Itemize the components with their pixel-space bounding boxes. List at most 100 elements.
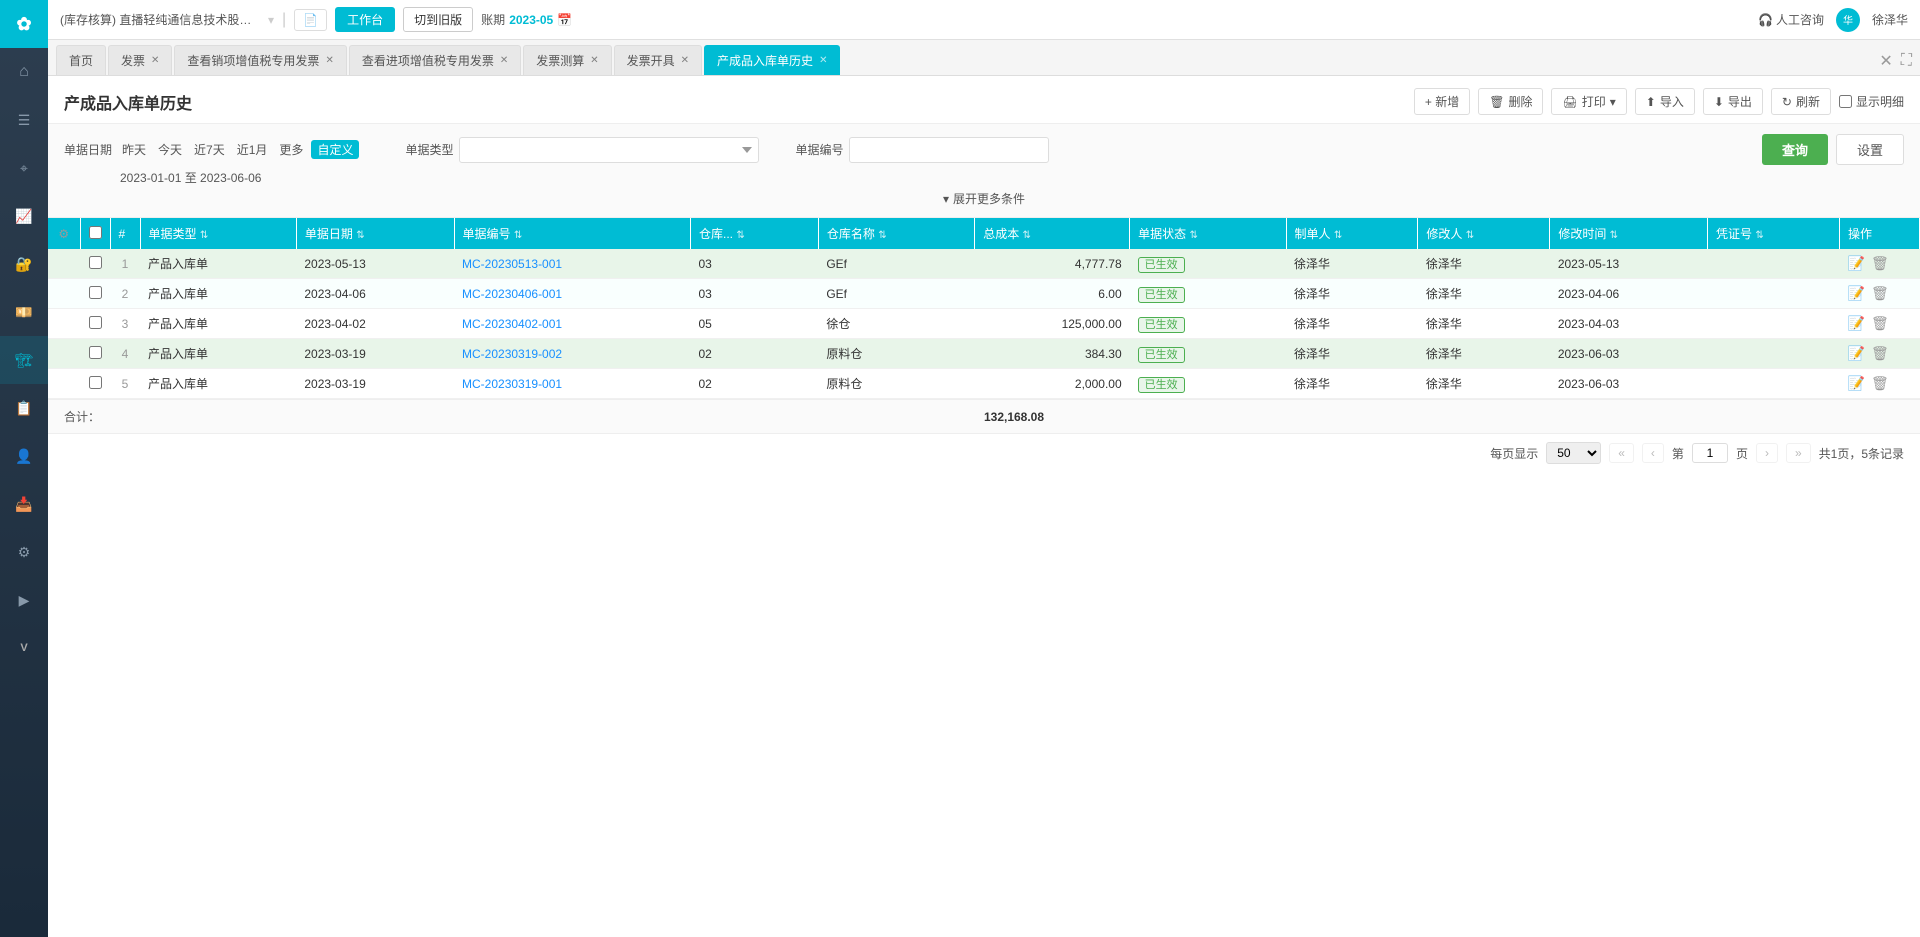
sidebar-item-report[interactable]: 📈 — [0, 192, 48, 240]
row-delete-icon-2[interactable]: 🗑 — [1871, 315, 1889, 332]
row-delete-icon-4[interactable]: 🗑 — [1871, 375, 1889, 392]
row-edit-icon-3[interactable]: 📝 — [1848, 345, 1865, 362]
row-number-3[interactable]: MC-20230319-002 — [454, 339, 690, 369]
delete-btn[interactable]: 🗑 删除 — [1478, 88, 1543, 115]
sidebar-item-video[interactable]: ▶ — [0, 576, 48, 624]
row-checkbox-2[interactable] — [80, 309, 110, 339]
row-number-2[interactable]: MC-20230402-001 — [454, 309, 690, 339]
show-detail-checkbox[interactable] — [1839, 95, 1852, 108]
sidebar-item-finance[interactable]: 💴 — [0, 288, 48, 336]
row-number-link-3[interactable]: MC-20230319-002 — [462, 347, 562, 361]
row-edit-icon-2[interactable]: 📝 — [1848, 315, 1865, 332]
new-btn[interactable]: + 新增 — [1414, 88, 1470, 115]
print-btn-header[interactable]: 🖨 打印 ▾ — [1551, 88, 1626, 115]
row-checkbox-1[interactable] — [80, 279, 110, 309]
tab-sales-vat-close[interactable]: ✕ — [325, 55, 333, 66]
row-checkbox-3[interactable] — [80, 339, 110, 369]
sidebar-item-invoice[interactable]: 📋 — [0, 384, 48, 432]
tab-calc-close[interactable]: ✕ — [590, 55, 598, 66]
expand-more-btn[interactable]: ▾ 展开更多条件 — [64, 190, 1904, 207]
prev-page-btn[interactable]: ‹ — [1642, 443, 1664, 463]
row-checkbox-4[interactable] — [80, 369, 110, 399]
set-btn[interactable]: 设置 — [1836, 134, 1904, 165]
row-edit-icon-4[interactable]: 📝 — [1848, 375, 1865, 392]
user-name[interactable]: 徐泽华 — [1872, 11, 1908, 28]
filter-7days[interactable]: 近7天 — [190, 140, 229, 159]
col-warehouse-name[interactable]: 仓库名称 ⇅ — [818, 218, 974, 249]
col-voucher[interactable]: 凭证号 ⇅ — [1707, 218, 1839, 249]
tab-issue[interactable]: 发票开具 ✕ — [614, 45, 702, 75]
tab-close-all[interactable]: ✕ — [1879, 51, 1892, 71]
select-all-checkbox[interactable] — [89, 226, 102, 239]
sidebar-item-lock[interactable]: 🔐 — [0, 240, 48, 288]
workbench-btn[interactable]: 工作台 — [335, 7, 395, 32]
filter-today[interactable]: 今天 — [154, 140, 186, 159]
tab-sales-vat[interactable]: 查看销项增值税专用发票 ✕ — [174, 45, 346, 75]
row-checkbox-0[interactable] — [80, 249, 110, 279]
filter-number-input[interactable] — [849, 137, 1049, 163]
row-check-0[interactable] — [89, 256, 102, 269]
sidebar-item-version[interactable]: V — [0, 624, 48, 672]
col-modify-time[interactable]: 修改时间 ⇅ — [1550, 218, 1708, 249]
sidebar-item-home[interactable]: ⌂ — [0, 48, 48, 96]
col-settings[interactable]: ⚙ — [48, 218, 80, 249]
filter-yesterday[interactable]: 昨天 — [118, 140, 150, 159]
last-page-btn[interactable]: » — [1786, 443, 1811, 463]
import-btn[interactable]: ⬆ 导入 — [1635, 88, 1695, 115]
row-check-3[interactable] — [89, 346, 102, 359]
col-modifier[interactable]: 修改人 ⇅ — [1418, 218, 1550, 249]
filter-more[interactable]: 更多 — [275, 140, 307, 159]
row-delete-icon-3[interactable]: 🗑 — [1871, 345, 1889, 362]
filter-1month[interactable]: 近1月 — [233, 140, 272, 159]
tab-purchase-vat-close[interactable]: ✕ — [500, 55, 508, 66]
tab-invoice-close[interactable]: ✕ — [151, 55, 159, 66]
tab-purchase-vat[interactable]: 查看进项增值税专用发票 ✕ — [349, 45, 521, 75]
tab-issue-close[interactable]: ✕ — [681, 55, 689, 66]
tab-history-close[interactable]: ✕ — [819, 55, 827, 66]
row-number-1[interactable]: MC-20230406-001 — [454, 279, 690, 309]
filter-custom[interactable]: 自定义 — [311, 140, 359, 159]
row-check-1[interactable] — [89, 286, 102, 299]
next-page-btn[interactable]: › — [1756, 443, 1778, 463]
row-number-link-4[interactable]: MC-20230319-001 — [462, 377, 562, 391]
tab-calc[interactable]: 发票测算 ✕ — [523, 45, 611, 75]
sidebar-item-settings[interactable]: ⚙ — [0, 528, 48, 576]
row-delete-icon-1[interactable]: 🗑 — [1871, 285, 1889, 302]
row-number-4[interactable]: MC-20230319-001 — [454, 369, 690, 399]
refresh-btn[interactable]: ↻ 刷新 — [1771, 88, 1831, 115]
first-page-btn[interactable]: « — [1609, 443, 1634, 463]
sidebar-item-user[interactable]: 👤 — [0, 432, 48, 480]
row-check-4[interactable] — [89, 376, 102, 389]
row-number-link-2[interactable]: MC-20230402-001 — [462, 317, 562, 331]
row-delete-icon-0[interactable]: 🗑 — [1871, 255, 1889, 272]
switch-version-btn[interactable]: 切到旧版 — [403, 7, 473, 32]
sidebar-item-warehouse[interactable]: 🏗 — [0, 336, 48, 384]
calendar-icon[interactable]: 📅 — [557, 13, 572, 27]
current-page-input[interactable] — [1692, 443, 1728, 463]
sidebar-item-chart[interactable]: ⌖ — [0, 144, 48, 192]
col-number[interactable]: 单据编号 ⇅ — [454, 218, 690, 249]
filter-type-select[interactable]: 产品入库单 — [459, 137, 759, 163]
col-status[interactable]: 单据状态 ⇅ — [1130, 218, 1286, 249]
col-date[interactable]: 单据日期 ⇅ — [296, 218, 454, 249]
row-check-2[interactable] — [89, 316, 102, 329]
col-type[interactable]: 单据类型 ⇅ — [140, 218, 296, 249]
col-warehouse-code[interactable]: 仓库... ⇅ — [691, 218, 819, 249]
col-creator[interactable]: 制单人 ⇅ — [1286, 218, 1418, 249]
tab-home[interactable]: 首页 — [56, 45, 106, 75]
tab-history[interactable]: 产成品入库单历史 ✕ — [704, 45, 840, 75]
row-number-0[interactable]: MC-20230513-001 — [454, 249, 690, 279]
row-number-link-0[interactable]: MC-20230513-001 — [462, 257, 562, 271]
col-total-cost[interactable]: 总成本 ⇅ — [975, 218, 1130, 249]
show-detail-checkbox-label[interactable]: 显示明细 — [1839, 93, 1904, 110]
row-edit-icon-0[interactable]: 📝 — [1848, 255, 1865, 272]
sidebar-item-doc[interactable]: ☰ — [0, 96, 48, 144]
row-edit-icon-1[interactable]: 📝 — [1848, 285, 1865, 302]
help-btn[interactable]: 🎧 人工咨询 — [1758, 11, 1824, 28]
sidebar-item-import[interactable]: 📥 — [0, 480, 48, 528]
row-number-link-1[interactable]: MC-20230406-001 — [462, 287, 562, 301]
export-btn[interactable]: ⬇ 导出 — [1703, 88, 1763, 115]
print-btn[interactable]: 📄 — [294, 9, 327, 31]
tab-invoice[interactable]: 发票 ✕ — [108, 45, 172, 75]
query-btn[interactable]: 查询 — [1762, 134, 1828, 165]
